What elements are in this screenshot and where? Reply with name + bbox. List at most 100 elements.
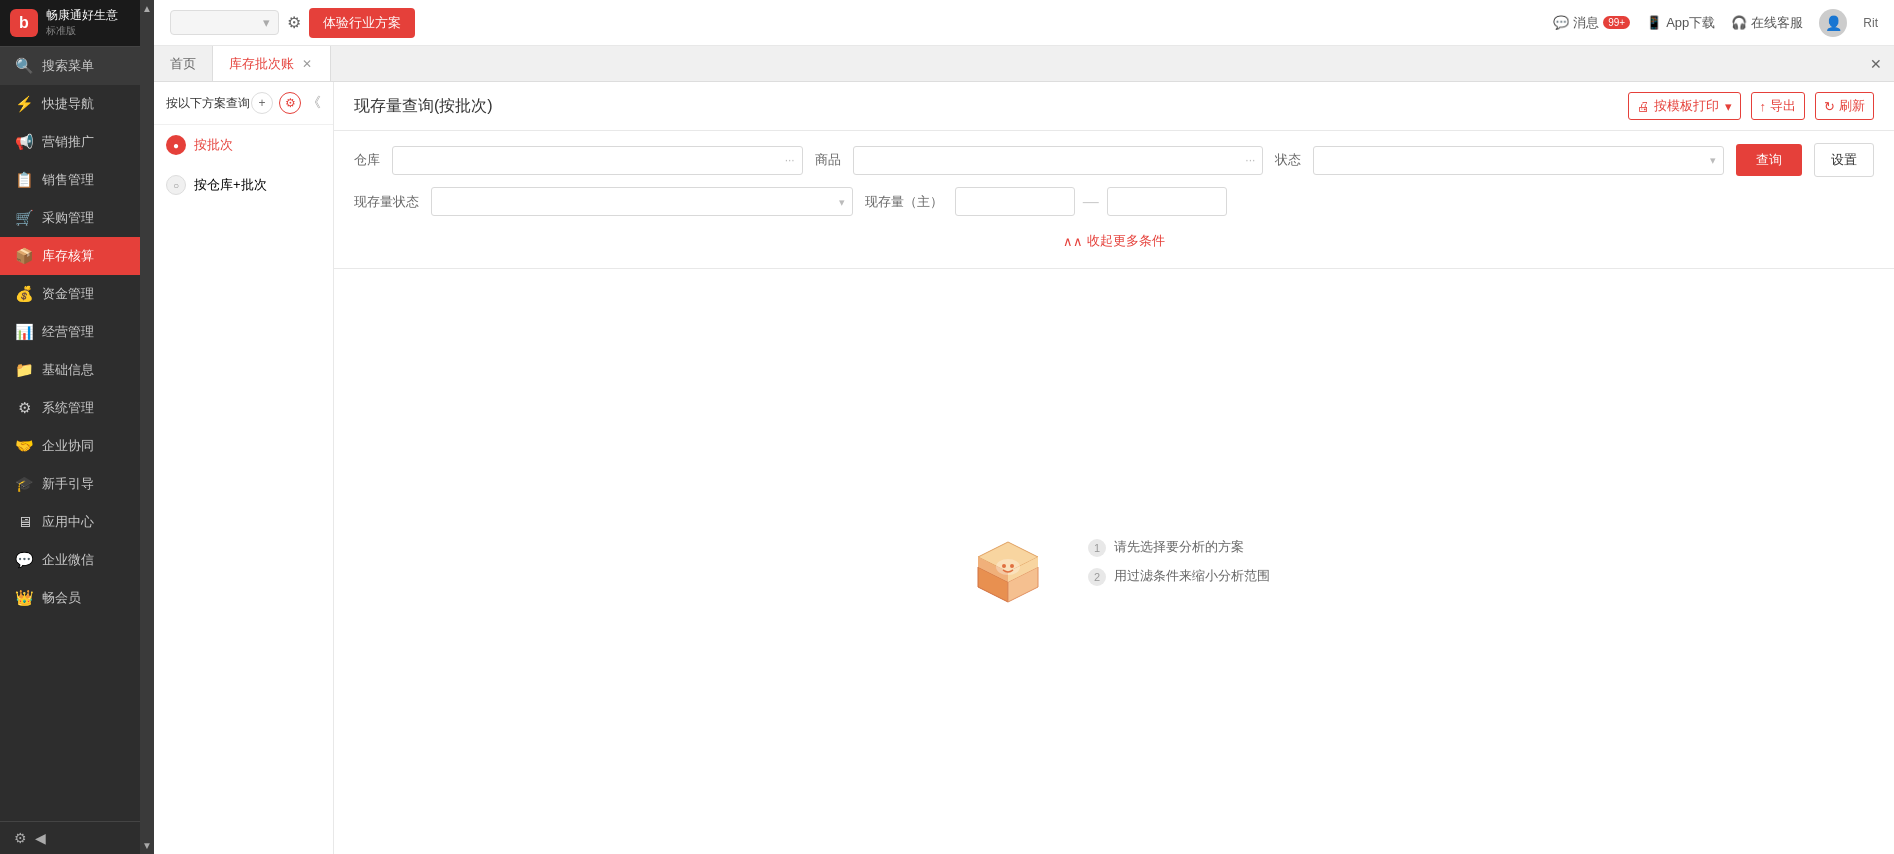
export-icon: ↑ (1760, 99, 1767, 114)
export-button[interactable]: ↑ 导出 (1751, 92, 1806, 120)
filter-row-2: 现存量状态 ▾ 现存量（主） — (354, 187, 1874, 216)
sidebar-item-guide[interactable]: 🎓 新手引导 (0, 465, 140, 503)
app-logo: b (10, 9, 38, 37)
print-button[interactable]: 🖨 按模板打印 ▾ (1628, 92, 1741, 120)
appstore-label: 应用中心 (42, 513, 94, 531)
appstore-icon: 🖥 (14, 513, 34, 530)
tab-inventory-batch-label: 库存批次账 (229, 55, 294, 73)
warehouse-field: 仓库 ··· (354, 146, 803, 175)
tab-close-right-button[interactable]: ✕ (1858, 56, 1894, 72)
scheme-item-batch[interactable]: ● 按批次 (154, 125, 333, 165)
tip-num-1: 1 (1088, 539, 1106, 557)
scheme-label-batch: 按批次 (194, 136, 233, 154)
tip-num-2: 2 (1088, 568, 1106, 586)
sidebar-nav: ⚡ 快捷导航 📢 营销推广 📋 销售管理 🛒 采购管理 📦 库存核算 💰 资金管… (0, 85, 140, 821)
setting-button[interactable]: 设置 (1814, 143, 1874, 177)
app-version: 标准版 (46, 24, 118, 38)
print-dropdown-icon[interactable]: ▾ (1725, 99, 1732, 114)
wxwork-label: 企业微信 (42, 551, 94, 569)
online-service-button[interactable]: 🎧 在线客服 (1731, 14, 1803, 32)
sidebar-item-quicknav[interactable]: ⚡ 快捷导航 (0, 85, 140, 123)
system-label: 系统管理 (42, 399, 94, 417)
sidebar-item-enterprise[interactable]: 🤝 企业协同 (0, 427, 140, 465)
configure-scheme-button[interactable]: ⚙ (279, 92, 301, 114)
search-menu-label: 搜索菜单 (42, 57, 94, 75)
finance-icon: 💰 (14, 285, 34, 303)
sidebar-header: b 畅康通好生意 标准版 (0, 0, 140, 47)
add-scheme-button[interactable]: + (251, 92, 273, 114)
phone-icon: 📱 (1646, 15, 1662, 30)
messages-label: 消息 (1573, 14, 1599, 32)
operations-icon: 📊 (14, 323, 34, 341)
user-name[interactable]: Rit (1863, 16, 1878, 30)
export-label: 导出 (1770, 97, 1796, 115)
collapse-filter-button[interactable]: ∧∧ 收起更多条件 (354, 226, 1874, 256)
sidebar-item-inventory[interactable]: 📦 库存核算 (0, 237, 140, 275)
inventory-qty-to-input[interactable] (1107, 187, 1227, 216)
warehouse-input-wrap: ··· (392, 146, 803, 175)
inventory-status-select[interactable] (431, 187, 853, 216)
quicknav-label: 快捷导航 (42, 95, 94, 113)
search-menu-item[interactable]: 🔍 搜索菜单 (0, 47, 140, 85)
topbar-search-input[interactable] (179, 16, 259, 30)
inventory-qty-from-input[interactable] (955, 187, 1075, 216)
product-input[interactable] (853, 146, 1264, 175)
scheme-item-warehouse-batch[interactable]: ○ 按仓库+批次 (154, 165, 333, 205)
collapse-filter-label: 收起更多条件 (1087, 232, 1165, 250)
user-avatar[interactable]: 👤 (1819, 9, 1847, 37)
scroll-up-button[interactable]: ▲ (142, 0, 152, 17)
status-input-wrap: ▾ (1313, 146, 1724, 175)
filter-area: 仓库 ··· 商品 ··· (334, 131, 1894, 269)
refresh-button[interactable]: ↻ 刷新 (1815, 92, 1874, 120)
sidebar-item-basics[interactable]: 📁 基础信息 (0, 351, 140, 389)
topbar-dropdown-icon[interactable]: ▾ (263, 15, 270, 30)
wxwork-icon: 💬 (14, 551, 34, 569)
sidebar-item-appstore[interactable]: 🖥 应用中心 (0, 503, 140, 541)
sidebar-item-member[interactable]: 👑 畅会员 (0, 579, 140, 617)
basics-icon: 📁 (14, 361, 34, 379)
topbar-settings-icon[interactable]: ⚙ (287, 13, 301, 32)
left-panel-header: 按以下方案查询 + ⚙ 《 (154, 82, 333, 125)
tab-home[interactable]: 首页 (154, 46, 213, 81)
sales-label: 销售管理 (42, 171, 94, 189)
sidebar-item-system[interactable]: ⚙ 系统管理 (0, 389, 140, 427)
warehouse-input[interactable] (392, 146, 803, 175)
tab-inventory-batch[interactable]: 库存批次账 ✕ (213, 46, 331, 81)
scheme-label-warehouse-batch: 按仓库+批次 (194, 176, 267, 194)
tab-close-icon[interactable]: ✕ (300, 57, 314, 71)
status-select[interactable] (1313, 146, 1724, 175)
product-suffix-icon: ··· (1245, 153, 1255, 167)
right-panel: 现存量查询(按批次) 🖨 按模板打印 ▾ ↑ 导出 ↻ 刷新 (334, 82, 1894, 854)
svg-point-8 (1010, 564, 1014, 568)
status-label: 状态 (1275, 151, 1301, 169)
purchase-label: 采购管理 (42, 209, 94, 227)
collapse-sidebar-icon[interactable]: ◀ (35, 830, 46, 846)
page-title: 现存量查询(按批次) (354, 96, 493, 117)
print-label: 按模板打印 (1654, 97, 1719, 115)
topbar: ▾ ⚙ 体验行业方案 💬 消息 99+ 📱 App下载 🎧 在线客服 👤 Rit (154, 0, 1894, 46)
settings-icon[interactable]: ⚙ (14, 830, 27, 846)
sidebar-scrollbar: ▲ ▼ (140, 0, 154, 854)
query-button[interactable]: 查询 (1736, 144, 1802, 176)
quicknav-icon: ⚡ (14, 95, 34, 113)
scroll-down-button[interactable]: ▼ (142, 837, 152, 854)
messages-button[interactable]: 💬 消息 99+ (1553, 14, 1630, 32)
sidebar-item-wxwork[interactable]: 💬 企业微信 (0, 541, 140, 579)
inventory-qty-sep: — (1083, 193, 1099, 211)
empty-state: 1 请先选择要分析的方案 2 用过滤条件来缩小分析范围 (334, 269, 1894, 854)
sidebar-item-purchase[interactable]: 🛒 采购管理 (0, 199, 140, 237)
headset-icon: 🎧 (1731, 15, 1747, 30)
industry-solution-button[interactable]: 体验行业方案 (309, 8, 415, 38)
inventory-qty-label: 现存量（主） (865, 193, 943, 211)
topbar-search-group[interactable]: ▾ (170, 10, 279, 35)
sidebar-item-marketing[interactable]: 📢 营销推广 (0, 123, 140, 161)
collapse-left-panel-icon[interactable]: 《 (307, 94, 321, 112)
sidebar-item-operations[interactable]: 📊 经营管理 (0, 313, 140, 351)
inventory-status-input-wrap: ▾ (431, 187, 853, 216)
avatar-icon: 👤 (1825, 15, 1842, 31)
system-icon: ⚙ (14, 399, 34, 417)
sidebar-item-sales[interactable]: 📋 销售管理 (0, 161, 140, 199)
sidebar-item-finance[interactable]: 💰 资金管理 (0, 275, 140, 313)
app-download-button[interactable]: 📱 App下载 (1646, 14, 1715, 32)
refresh-icon: ↻ (1824, 99, 1835, 114)
